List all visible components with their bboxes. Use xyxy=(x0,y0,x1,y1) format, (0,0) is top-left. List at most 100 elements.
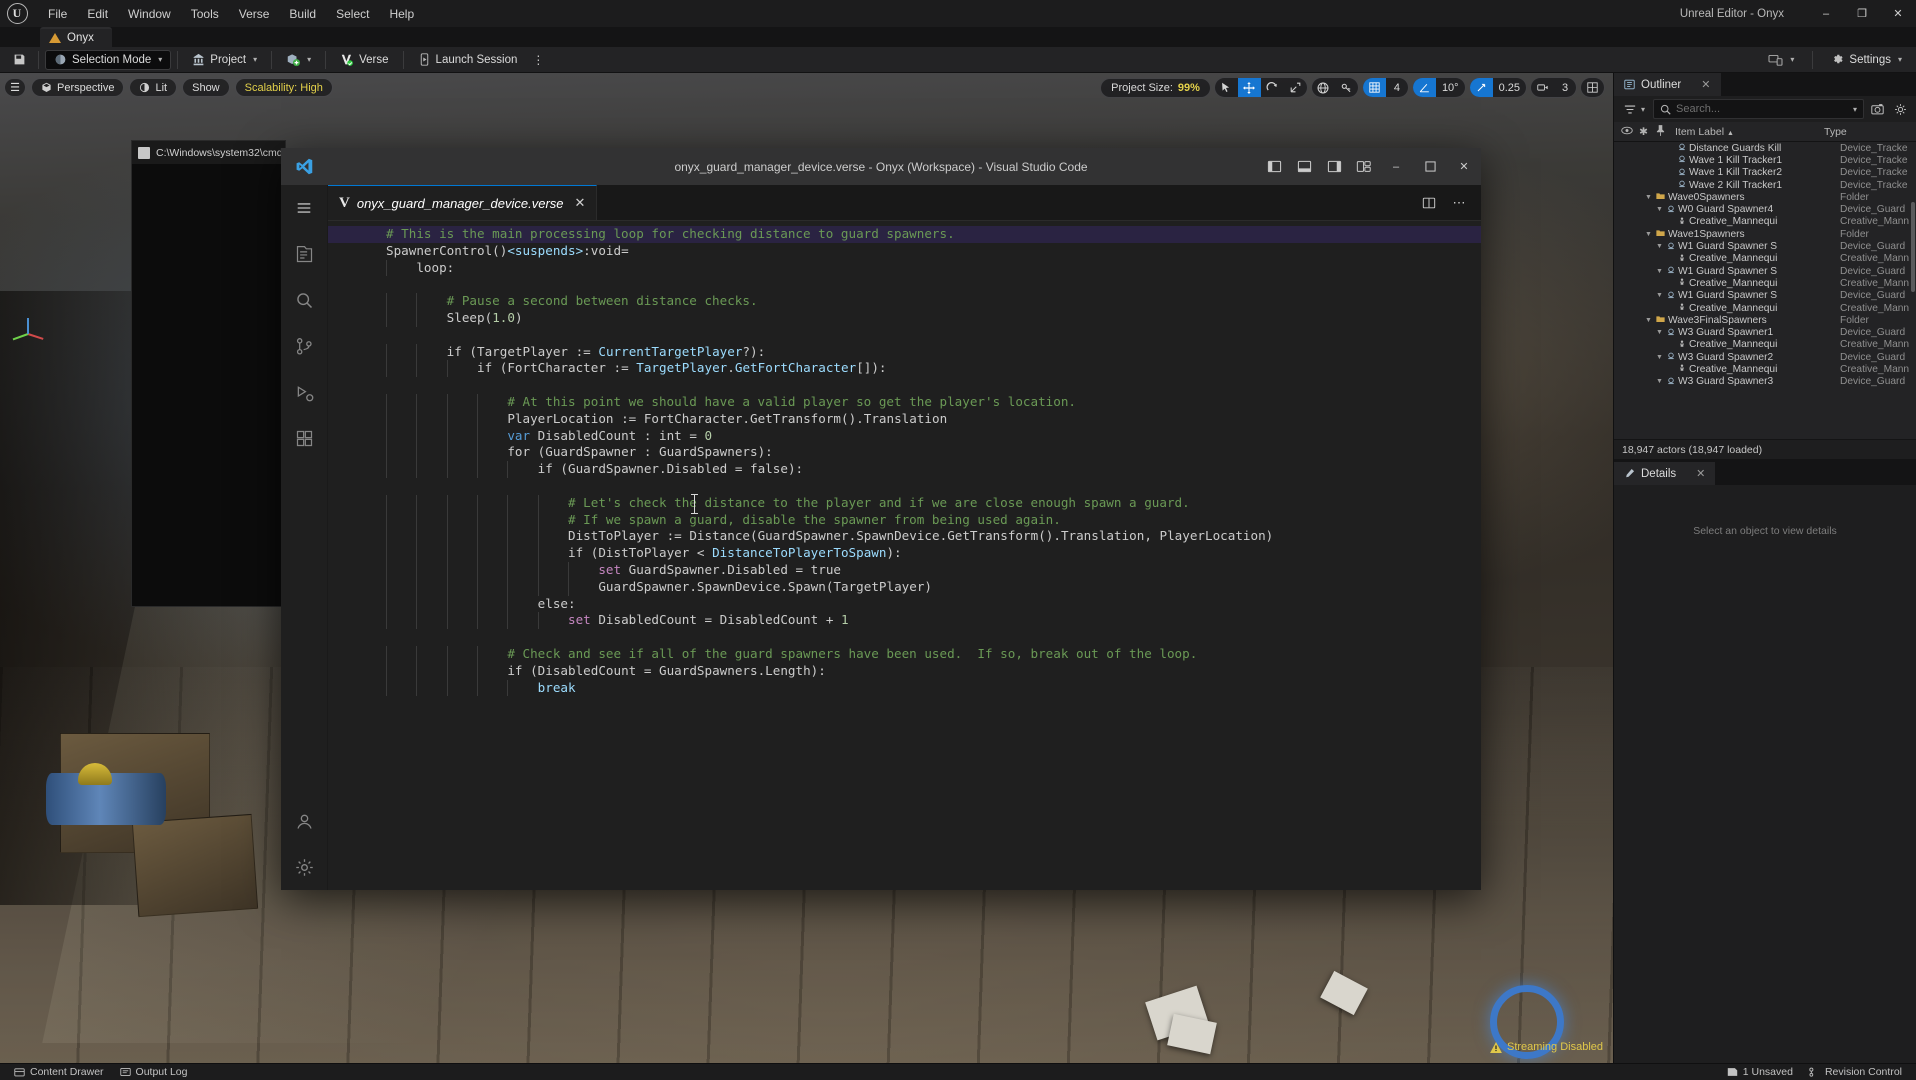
vscode-editor-area[interactable]: # This is the main processing loop for c… xyxy=(328,221,1481,890)
favorite-column-icon[interactable]: ✱ xyxy=(1635,126,1652,138)
rotate-icon[interactable] xyxy=(1261,77,1284,98)
camera-speed-value[interactable]: 3 xyxy=(1554,77,1576,98)
menu-verse[interactable]: Verse xyxy=(229,3,280,25)
tab-outliner[interactable]: Outliner ✕ xyxy=(1614,73,1721,96)
expand-collapse-twisty-icon[interactable]: ▼ xyxy=(1655,292,1664,299)
maximize-button[interactable]: ❐ xyxy=(1844,0,1880,27)
extensions-icon[interactable] xyxy=(281,415,328,461)
vscode-titlebar[interactable]: onyx_guard_manager_device.verse - Onyx (… xyxy=(281,148,1481,185)
grid-snap-icon[interactable] xyxy=(1363,77,1386,98)
close-button[interactable]: ✕ xyxy=(1880,0,1916,27)
outliner-row[interactable]: Creative_MannequiCreative_Mann xyxy=(1614,253,1916,265)
menu-window[interactable]: Window xyxy=(118,3,181,25)
split-editor-icon[interactable] xyxy=(1415,185,1443,221)
viewport-view-mode-button[interactable]: Lit xyxy=(129,78,177,97)
grid-snap-value[interactable]: 4 xyxy=(1386,77,1408,98)
outliner-row[interactable]: Distance Guards KillDevice_Tracke xyxy=(1614,142,1916,154)
menu-build[interactable]: Build xyxy=(279,3,326,25)
outliner-row[interactable]: ▼Wave0SpawnersFolder xyxy=(1614,191,1916,203)
menu-help[interactable]: Help xyxy=(379,3,424,25)
toggle-panel-icon[interactable] xyxy=(1289,148,1319,185)
outliner-tab-close-icon[interactable]: ✕ xyxy=(1701,78,1710,91)
scale-snap-icon[interactable] xyxy=(1470,77,1493,98)
vscode-minimize-button[interactable]: – xyxy=(1379,148,1413,185)
minimize-button[interactable]: – xyxy=(1808,0,1844,27)
select-cursor-icon[interactable] xyxy=(1215,77,1238,98)
outliner-row[interactable]: ▼Wave3FinalSpawnersFolder xyxy=(1614,314,1916,326)
viewport-scalability-button[interactable]: Scalability: High xyxy=(235,78,333,97)
world-space-icon[interactable] xyxy=(1312,77,1335,98)
manage-settings-icon[interactable] xyxy=(281,844,328,890)
editor-tab-verse-file[interactable]: V onyx_guard_manager_device.verse ✕ xyxy=(328,185,597,220)
save-icon[interactable] xyxy=(6,49,32,71)
scale-icon[interactable] xyxy=(1284,77,1307,98)
expand-collapse-twisty-icon[interactable]: ▼ xyxy=(1655,268,1664,275)
camera-speed-icon[interactable] xyxy=(1531,77,1554,98)
launch-session-button[interactable]: Launch Session xyxy=(410,50,526,70)
outliner-row[interactable]: ▼W1 Guard Spawner SDevice_Guard xyxy=(1614,290,1916,302)
menu-tools[interactable]: Tools xyxy=(181,3,229,25)
outliner-row[interactable]: Creative_MannequiCreative_Mann xyxy=(1614,363,1916,375)
details-tab-close-icon[interactable]: ✕ xyxy=(1696,467,1705,480)
settings-button[interactable]: Settings ▾ xyxy=(1823,50,1910,70)
viewport-show-button[interactable]: Show xyxy=(182,78,230,97)
menu-file[interactable]: File xyxy=(38,3,77,25)
outliner-row[interactable]: Creative_MannequiCreative_Mann xyxy=(1614,339,1916,351)
surface-snap-icon[interactable] xyxy=(1335,77,1358,98)
outliner-search-input[interactable] xyxy=(1676,103,1846,115)
outliner-snapshot-icon[interactable] xyxy=(1868,99,1887,119)
outliner-row[interactable]: ▼W0 Guard Spawner4Device_Guard xyxy=(1614,203,1916,215)
outliner-filter-button[interactable]: ▾ xyxy=(1620,99,1649,119)
outliner-row[interactable]: Wave 2 Kill Tracker1Device_Tracke xyxy=(1614,179,1916,191)
expand-collapse-twisty-icon[interactable]: ▼ xyxy=(1644,317,1653,324)
tab-details[interactable]: Details ✕ xyxy=(1614,462,1715,485)
vscode-menu-icon[interactable] xyxy=(281,185,328,231)
outliner-label-column-header[interactable]: Item Label ▲ xyxy=(1669,126,1824,138)
outliner-tree[interactable]: Distance Guards KillDevice_TrackeWave 1 … xyxy=(1614,142,1916,439)
project-size-indicator[interactable]: Project Size: 99% xyxy=(1100,78,1211,98)
search-icon[interactable] xyxy=(281,277,328,323)
expand-collapse-twisty-icon[interactable]: ▼ xyxy=(1644,231,1653,238)
command-prompt-window[interactable]: C:\Windows\system32\cmd.e xyxy=(131,140,286,607)
project-button[interactable]: Project ▾ xyxy=(184,50,265,70)
explorer-icon[interactable] xyxy=(281,231,328,277)
outliner-search-box[interactable]: ▾ xyxy=(1653,99,1864,119)
vscode-window[interactable]: onyx_guard_manager_device.verse - Onyx (… xyxy=(281,148,1481,890)
viewport-menu-icon[interactable]: ☰ xyxy=(4,78,26,97)
outliner-row[interactable]: ▼W3 Guard Spawner1Device_Guard xyxy=(1614,326,1916,338)
viewport-layout-icon[interactable] xyxy=(1581,77,1604,98)
outliner-row[interactable]: ▼Wave1SpawnersFolder xyxy=(1614,228,1916,240)
outliner-scrollbar[interactable] xyxy=(1911,202,1915,292)
expand-collapse-twisty-icon[interactable]: ▼ xyxy=(1655,329,1664,336)
output-log-button[interactable]: Output Log xyxy=(112,1064,196,1080)
revision-control-button[interactable]: Revision Control xyxy=(1801,1064,1910,1080)
outliner-row[interactable]: Creative_MannequiCreative_Mann xyxy=(1614,302,1916,314)
run-and-debug-icon[interactable] xyxy=(281,369,328,415)
rotation-snap-value[interactable]: 10° xyxy=(1436,77,1465,98)
expand-collapse-twisty-icon[interactable]: ▼ xyxy=(1655,206,1664,213)
search-chevron-down-icon[interactable]: ▾ xyxy=(1853,105,1857,114)
pin-column-icon[interactable] xyxy=(1652,125,1669,139)
outliner-row[interactable]: ▼W3 Guard Spawner2Device_Guard xyxy=(1614,351,1916,363)
outliner-row[interactable]: ▼W3 Guard Spawner3Device_Guard xyxy=(1614,376,1916,388)
outliner-row[interactable]: ▼W1 Guard Spawner SDevice_Guard xyxy=(1614,240,1916,252)
vscode-maximize-button[interactable] xyxy=(1413,148,1447,185)
source-control-icon[interactable] xyxy=(281,323,328,369)
expand-collapse-twisty-icon[interactable]: ▼ xyxy=(1644,194,1653,201)
accounts-icon[interactable] xyxy=(281,798,328,844)
viewport-camera-mode-button[interactable]: Perspective xyxy=(31,78,124,97)
outliner-row[interactable]: Creative_MannequiCreative_Mann xyxy=(1614,277,1916,289)
scale-snap-value[interactable]: 0.25 xyxy=(1493,77,1526,98)
code-content[interactable]: # This is the main processing loop for c… xyxy=(328,221,1481,890)
menu-edit[interactable]: Edit xyxy=(77,3,118,25)
toggle-primary-sidebar-icon[interactable] xyxy=(1259,148,1289,185)
outliner-settings-gear-icon[interactable] xyxy=(1891,99,1910,119)
unsaved-indicator[interactable]: 1 Unsaved xyxy=(1719,1064,1801,1080)
rotation-snap-icon[interactable] xyxy=(1413,77,1436,98)
outliner-type-column-header[interactable]: Type xyxy=(1824,126,1916,138)
selection-mode-button[interactable]: Selection Mode ▾ xyxy=(45,50,171,70)
editor-tab-close-icon[interactable]: ✕ xyxy=(575,195,586,211)
launch-options-icon[interactable]: ⋮ xyxy=(525,49,551,71)
project-tab-onyx[interactable]: Onyx xyxy=(40,27,112,47)
add-content-button[interactable]: ▾ xyxy=(278,50,319,70)
